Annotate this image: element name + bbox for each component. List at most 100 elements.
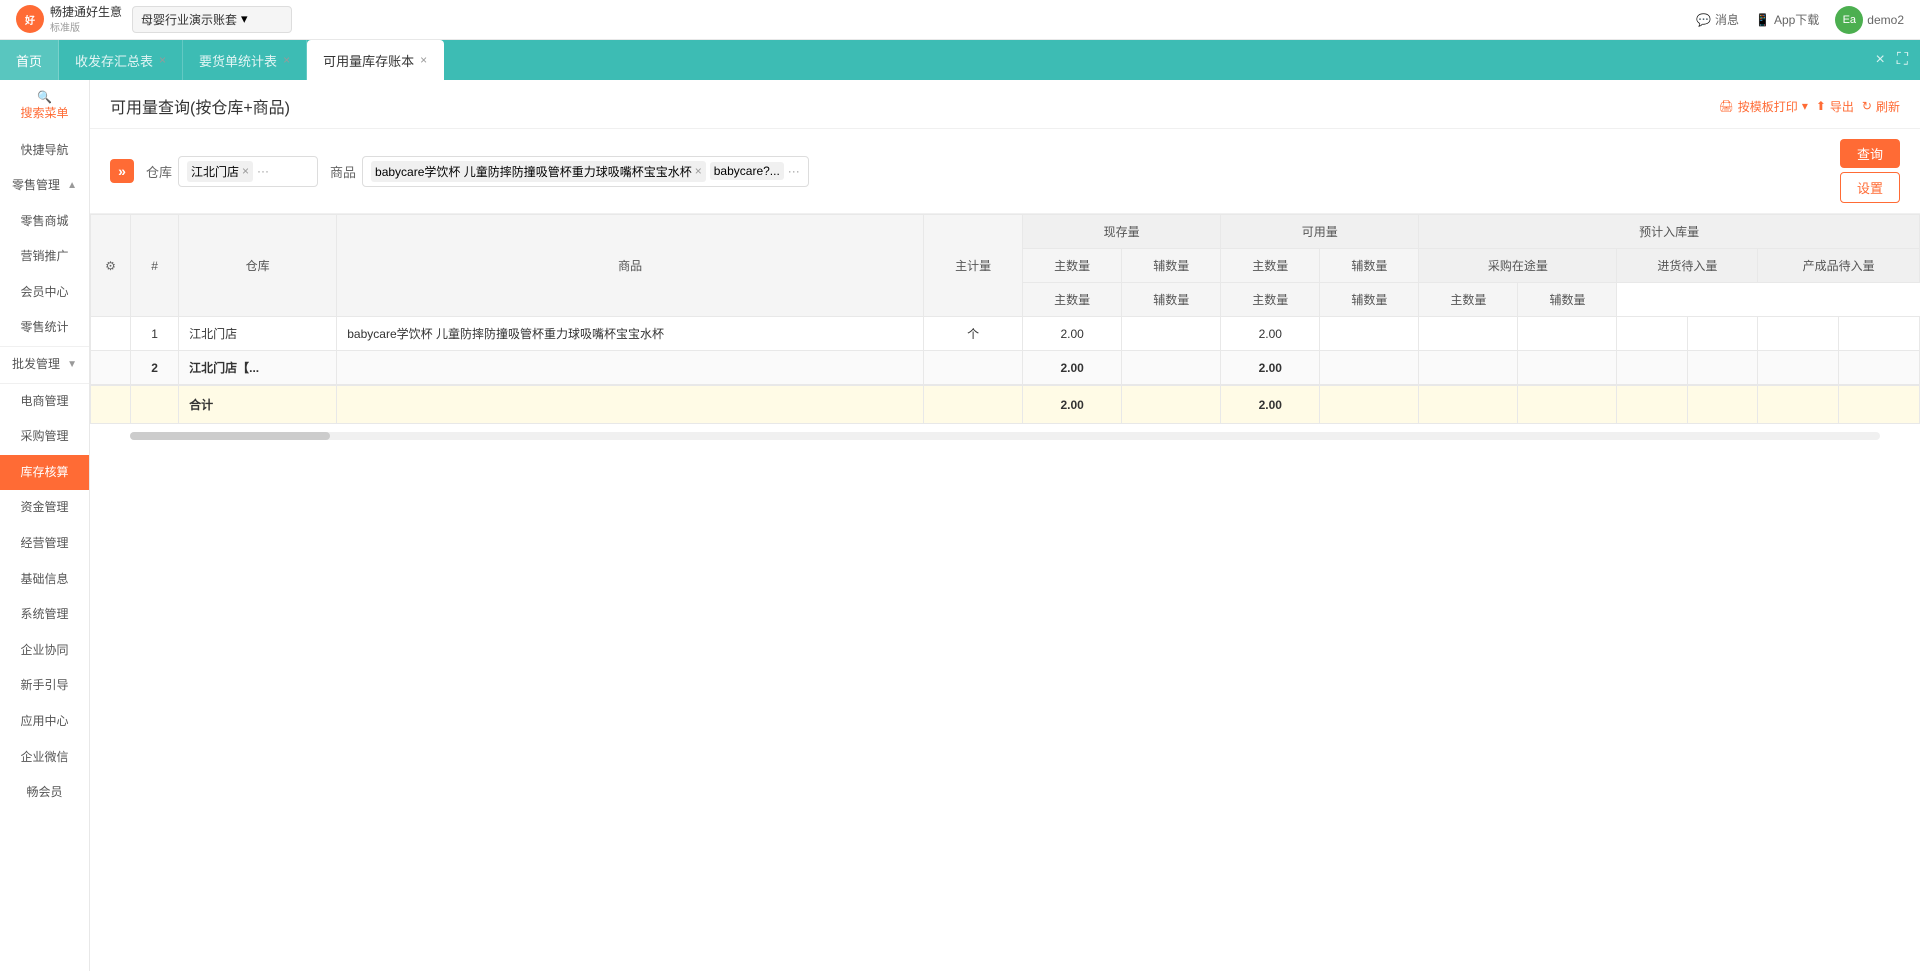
warehouse-tag-text: 江北门店 [191, 163, 239, 180]
tab-order-label: 要货单统计表 [199, 51, 277, 70]
sidebar-item-wholesale[interactable]: 批发管理 ▼ [0, 347, 89, 383]
content-area: 可用量查询(按仓库+商品) 🖨 按模板打印 ▾ ⬆ 导出 ↻ 刷新 [90, 80, 1920, 971]
row1-settings [91, 317, 131, 351]
page-title: 可用量查询(按仓库+商品) [110, 94, 290, 118]
th-settings[interactable]: ⚙ [91, 215, 131, 317]
product-tag-1-close-icon[interactable]: × [695, 164, 702, 178]
sidebar-item-system[interactable]: 系统管理 [0, 597, 89, 633]
th-product-pending: 产成品待入量 [1758, 249, 1920, 283]
footer-avail-main: 2.00 [1221, 385, 1320, 424]
user-profile[interactable]: Ea demo2 [1835, 6, 1904, 34]
refresh-icon: ↻ [1862, 99, 1872, 113]
tab-receipt-close-icon[interactable]: × [159, 53, 166, 67]
query-button[interactable]: 查询 [1840, 139, 1900, 168]
tab-close-all-icon[interactable]: × [1871, 47, 1888, 73]
tab-expand-icon[interactable]: ⛶ [1893, 47, 1912, 73]
sidebar-item-member-plan[interactable]: 畅会员 [0, 775, 89, 811]
sidebar-item-enterprise-collab[interactable]: 企业协同 [0, 633, 89, 669]
row1-avail-aux [1320, 317, 1419, 351]
sidebar-item-purchase[interactable]: 采购管理 [0, 419, 89, 455]
sidebar-item-inventory[interactable]: 库存核算 [0, 455, 89, 491]
row2-purchase-main [1419, 351, 1518, 386]
sidebar-item-retail-stats[interactable]: 零售统计 [0, 310, 89, 346]
row2-current-main: 2.00 [1023, 351, 1122, 386]
tab-receipt-label: 收发存汇总表 [75, 51, 153, 70]
tab-receipt-summary[interactable]: 收发存汇总表 × [59, 40, 183, 80]
sidebar-item-basic-info[interactable]: 基础信息 [0, 562, 89, 598]
tab-available-label: 可用量库存账本 [323, 51, 414, 70]
sidebar: 🔍 搜索菜单 快捷导航 零售管理 ▲ 零售商城 营销推广 会员中心 零售统计 [0, 80, 90, 971]
footer-p5 [1758, 385, 1839, 424]
tab-home[interactable]: 首页 [0, 40, 59, 80]
row1-inbound-aux [1687, 317, 1757, 351]
th-current-aux: 辅数量 [1122, 249, 1221, 283]
column-settings-icon[interactable]: ⚙ [105, 259, 116, 273]
marketing-label: 营销推广 [20, 249, 68, 263]
footer-empty-2 [337, 385, 924, 424]
main-layout: 🔍 搜索菜单 快捷导航 零售管理 ▲ 零售商城 营销推广 会员中心 零售统计 [0, 80, 1920, 971]
tab-bar-actions: × ⛶ [1871, 47, 1920, 73]
scroll-thumb[interactable] [130, 432, 330, 440]
app-icon: 📱 [1755, 13, 1770, 27]
message-icon: 💬 [1696, 13, 1711, 27]
filter-expand-button[interactable]: » [110, 159, 134, 183]
product-filter-label: 商品 [330, 162, 356, 181]
row2-product-main [1758, 351, 1839, 386]
tab-home-label: 首页 [16, 51, 42, 70]
tenant-dropdown-icon: ▾ [241, 11, 248, 27]
th-product: 商品 [337, 215, 924, 317]
th-current-stock: 现存量 [1023, 215, 1221, 249]
sidebar-item-enterprise-wechat[interactable]: 企业微信 [0, 740, 89, 776]
product-tag-2-text: babycare?... [714, 164, 780, 178]
sidebar-item-app-center[interactable]: 应用中心 [0, 704, 89, 740]
tab-available-close-icon[interactable]: × [420, 53, 427, 67]
sidebar-item-ecommerce[interactable]: 电商管理 [0, 384, 89, 420]
tenant-selector[interactable]: 母婴行业演示账套 ▾ [132, 6, 292, 33]
product-filter-input[interactable]: babycare学饮杯 儿童防摔防撞吸管杯重力球吸嘴杯宝宝水杯 × babyca… [362, 156, 809, 187]
th-product-main: 主数量 [1419, 283, 1518, 317]
scroll-bar[interactable] [130, 432, 1880, 440]
wholesale-label: 批发管理 [12, 357, 60, 373]
ecommerce-label: 电商管理 [20, 394, 68, 408]
product-more-icon[interactable]: ··· [788, 164, 800, 178]
sidebar-quick-nav[interactable]: 快捷导航 [0, 131, 89, 168]
sidebar-item-member[interactable]: 会员中心 [0, 275, 89, 311]
settings-button[interactable]: 设置 [1840, 172, 1900, 203]
warehouse-more-icon[interactable]: ··· [257, 164, 269, 178]
top-bar-right: 💬 消息 📱 App下载 Ea demo2 [1696, 6, 1904, 34]
th-inbound-aux: 辅数量 [1320, 283, 1419, 317]
sidebar-item-operations[interactable]: 经营管理 [0, 526, 89, 562]
row1-current-main: 2.00 [1023, 317, 1122, 351]
tab-available-stock[interactable]: 可用量库存账本 × [307, 40, 444, 80]
tab-order-close-icon[interactable]: × [283, 53, 290, 67]
row2-inbound-aux [1687, 351, 1757, 386]
app-download-button[interactable]: 📱 App下载 [1755, 11, 1819, 28]
th-forecast-in: 预计入库量 [1419, 215, 1920, 249]
tab-order-stats[interactable]: 要货单统计表 × [183, 40, 307, 80]
member-plan-label: 畅会员 [26, 785, 62, 799]
export-button[interactable]: ⬆ 导出 [1816, 98, 1854, 115]
purchase-label: 采购管理 [20, 429, 68, 443]
refresh-button[interactable]: ↻ 刷新 [1862, 98, 1900, 115]
row1-warehouse: 江北门店 [179, 317, 337, 351]
logo-text: 畅捷通好生意 [50, 5, 122, 19]
row2-avail-aux [1320, 351, 1419, 386]
sidebar-item-marketing[interactable]: 营销推广 [0, 239, 89, 275]
sidebar-item-retail-mgmt[interactable]: 零售管理 ▲ [0, 168, 89, 204]
row1-product-aux [1839, 317, 1920, 351]
data-table: ⚙ # 仓库 商品 主计量 现存量 可用量 预计入库量 主数量 辅 [90, 214, 1920, 424]
sidebar-item-finance[interactable]: 资金管理 [0, 490, 89, 526]
refresh-label: 刷新 [1876, 98, 1900, 115]
warehouse-tag-close-icon[interactable]: × [242, 164, 249, 178]
sidebar-search[interactable]: 🔍 搜索菜单 [0, 80, 89, 131]
table-header-row-1: ⚙ # 仓库 商品 主计量 现存量 可用量 预计入库量 [91, 215, 1920, 249]
message-button[interactable]: 💬 消息 [1696, 11, 1739, 28]
th-purchase-main: 主数量 [1023, 283, 1122, 317]
footer-p6 [1839, 385, 1920, 424]
footer-p2 [1518, 385, 1617, 424]
print-template-button[interactable]: 🖨 按模板打印 ▾ [1719, 98, 1808, 115]
warehouse-filter-input[interactable]: 江北门店 × ··· [178, 156, 318, 187]
sidebar-item-retail-store[interactable]: 零售商城 [0, 204, 89, 240]
table-row: 1 江北门店 babycare学饮杯 儿童防摔防撞吸管杯重力球吸嘴杯宝宝水杯 个… [91, 317, 1920, 351]
sidebar-item-new-guide[interactable]: 新手引导 [0, 668, 89, 704]
